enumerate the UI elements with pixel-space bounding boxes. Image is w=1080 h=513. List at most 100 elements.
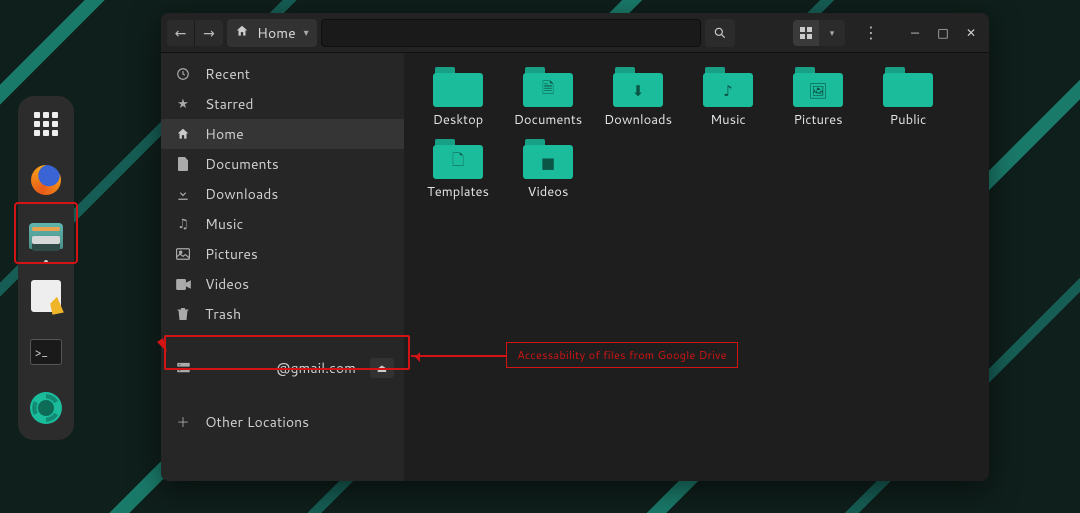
sidebar: Recent ★ Starred Home Documents Download… bbox=[161, 53, 404, 481]
close-icon: ✕ bbox=[966, 24, 976, 41]
view-dropdown[interactable]: ▾ bbox=[819, 20, 845, 46]
sidebar-item-label: Other Locations bbox=[205, 412, 309, 432]
sidebar-item-label: Trash bbox=[205, 304, 241, 324]
caret-down-icon: ▾ bbox=[304, 26, 309, 40]
folder-label: Downloads bbox=[604, 111, 672, 129]
folder-videos[interactable]: ■ Videos bbox=[508, 139, 588, 201]
trash-icon bbox=[175, 307, 191, 321]
grid-icon bbox=[800, 27, 812, 39]
sidebar-item-trash[interactable]: Trash bbox=[161, 299, 404, 329]
document-icon bbox=[175, 157, 191, 171]
sidebar-item-recent[interactable]: Recent bbox=[161, 59, 404, 89]
files-window: ← → Home ▾ ▾ ⋮ — □ ✕ bbox=[161, 13, 989, 481]
picture-icon bbox=[175, 248, 191, 260]
home-icon bbox=[235, 23, 249, 43]
folder-label: Public bbox=[890, 111, 927, 129]
folder-pictures[interactable]: 🖼 Pictures bbox=[778, 67, 858, 129]
sidebar-item-starred[interactable]: ★ Starred bbox=[161, 89, 404, 119]
home-icon bbox=[175, 127, 191, 141]
minimize-icon: — bbox=[911, 24, 919, 41]
forward-button[interactable]: → bbox=[195, 20, 223, 46]
sidebar-item-other-locations[interactable]: ＋ Other Locations bbox=[161, 407, 404, 437]
maximize-button[interactable]: □ bbox=[931, 21, 955, 45]
sidebar-item-videos[interactable]: Videos bbox=[161, 269, 404, 299]
sidebar-item-label: Recent bbox=[205, 64, 250, 84]
screenshot-icon bbox=[30, 392, 62, 424]
sidebar-item-label: Music bbox=[205, 214, 243, 234]
eject-icon: ⏏ bbox=[377, 360, 387, 376]
dock-firefox[interactable] bbox=[28, 162, 64, 198]
location-bar[interactable] bbox=[321, 19, 701, 47]
folder-icon: ♪ bbox=[703, 67, 753, 107]
eject-button[interactable]: ⏏ bbox=[370, 358, 394, 378]
dock-apps-button[interactable] bbox=[28, 106, 64, 142]
folder-templates[interactable]: 🗋 Templates bbox=[418, 139, 498, 201]
sidebar-item-label: Starred bbox=[205, 94, 254, 114]
minimize-button[interactable]: — bbox=[903, 21, 927, 45]
text-editor-icon bbox=[31, 280, 61, 312]
folder-icon: ■ bbox=[523, 139, 573, 179]
sidebar-item-gdrive[interactable]: @gmail.com ⏏ bbox=[161, 353, 404, 383]
sidebar-item-label: Home bbox=[205, 124, 244, 144]
running-indicator bbox=[44, 260, 48, 264]
dock-terminal[interactable]: >_ bbox=[28, 334, 64, 370]
hamburger-menu-button[interactable]: ⋮ bbox=[861, 20, 881, 46]
content-pane: Desktop 🗎 Documents ⬇ Downloads ♪ Music … bbox=[404, 53, 989, 481]
dock: >_ bbox=[18, 96, 74, 440]
sidebar-item-documents[interactable]: Documents bbox=[161, 149, 404, 179]
folder-label: Pictures bbox=[793, 111, 842, 129]
folder-label: Documents bbox=[514, 111, 583, 129]
search-icon bbox=[713, 26, 727, 40]
sidebar-item-label: Videos bbox=[205, 274, 249, 294]
folder-grid: Desktop 🗎 Documents ⬇ Downloads ♪ Music … bbox=[418, 67, 975, 201]
folder-icon bbox=[433, 67, 483, 107]
apps-grid-icon bbox=[34, 112, 58, 136]
path-button[interactable]: Home ▾ bbox=[227, 19, 317, 47]
files-icon bbox=[29, 223, 63, 249]
video-icon bbox=[175, 279, 191, 290]
dock-files[interactable] bbox=[28, 218, 64, 254]
sidebar-item-downloads[interactable]: Downloads bbox=[161, 179, 404, 209]
search-button[interactable] bbox=[705, 19, 735, 47]
star-icon: ★ bbox=[175, 95, 191, 113]
folder-label: Videos bbox=[528, 183, 569, 201]
sidebar-item-music[interactable]: ♫ Music bbox=[161, 209, 404, 239]
folder-icon: 🗎 bbox=[523, 67, 573, 107]
folder-desktop[interactable]: Desktop bbox=[418, 67, 498, 129]
view-toggle[interactable]: ▾ bbox=[793, 20, 845, 46]
folder-icon: 🖼 bbox=[793, 67, 843, 107]
dock-screenshot[interactable] bbox=[28, 390, 64, 426]
close-button[interactable]: ✕ bbox=[959, 21, 983, 45]
maximize-icon: □ bbox=[937, 24, 948, 41]
terminal-icon: >_ bbox=[30, 339, 62, 365]
sidebar-item-label: Downloads bbox=[205, 184, 278, 204]
sidebar-item-label: @gmail.com bbox=[205, 358, 390, 378]
download-icon bbox=[175, 187, 191, 201]
network-drive-icon bbox=[175, 361, 191, 376]
plus-icon: ＋ bbox=[175, 412, 191, 432]
arrow-right-icon: → bbox=[203, 23, 215, 43]
folder-documents[interactable]: 🗎 Documents bbox=[508, 67, 588, 129]
sidebar-item-label: Documents bbox=[205, 154, 279, 174]
clock-icon bbox=[175, 67, 191, 81]
caret-down-icon: ▾ bbox=[830, 26, 835, 39]
folder-label: Desktop bbox=[433, 111, 484, 129]
dock-text-editor[interactable] bbox=[28, 278, 64, 314]
folder-music[interactable]: ♪ Music bbox=[688, 67, 768, 129]
sidebar-item-pictures[interactable]: Pictures bbox=[161, 239, 404, 269]
firefox-icon bbox=[31, 165, 61, 195]
nav-group: ← → bbox=[167, 20, 223, 46]
view-grid-option[interactable] bbox=[793, 20, 819, 46]
folder-icon bbox=[883, 67, 933, 107]
folder-icon: 🗋 bbox=[433, 139, 483, 179]
sidebar-item-home[interactable]: Home bbox=[161, 119, 404, 149]
folder-public[interactable]: Public bbox=[868, 67, 948, 129]
folder-downloads[interactable]: ⬇ Downloads bbox=[598, 67, 678, 129]
path-label: Home bbox=[257, 23, 296, 43]
music-icon: ♫ bbox=[175, 215, 191, 233]
folder-icon: ⬇ bbox=[613, 67, 663, 107]
titlebar: ← → Home ▾ ▾ ⋮ — □ ✕ bbox=[161, 13, 989, 53]
folder-label: Music bbox=[710, 111, 746, 129]
back-button[interactable]: ← bbox=[167, 20, 195, 46]
sidebar-item-label: Pictures bbox=[205, 244, 258, 264]
